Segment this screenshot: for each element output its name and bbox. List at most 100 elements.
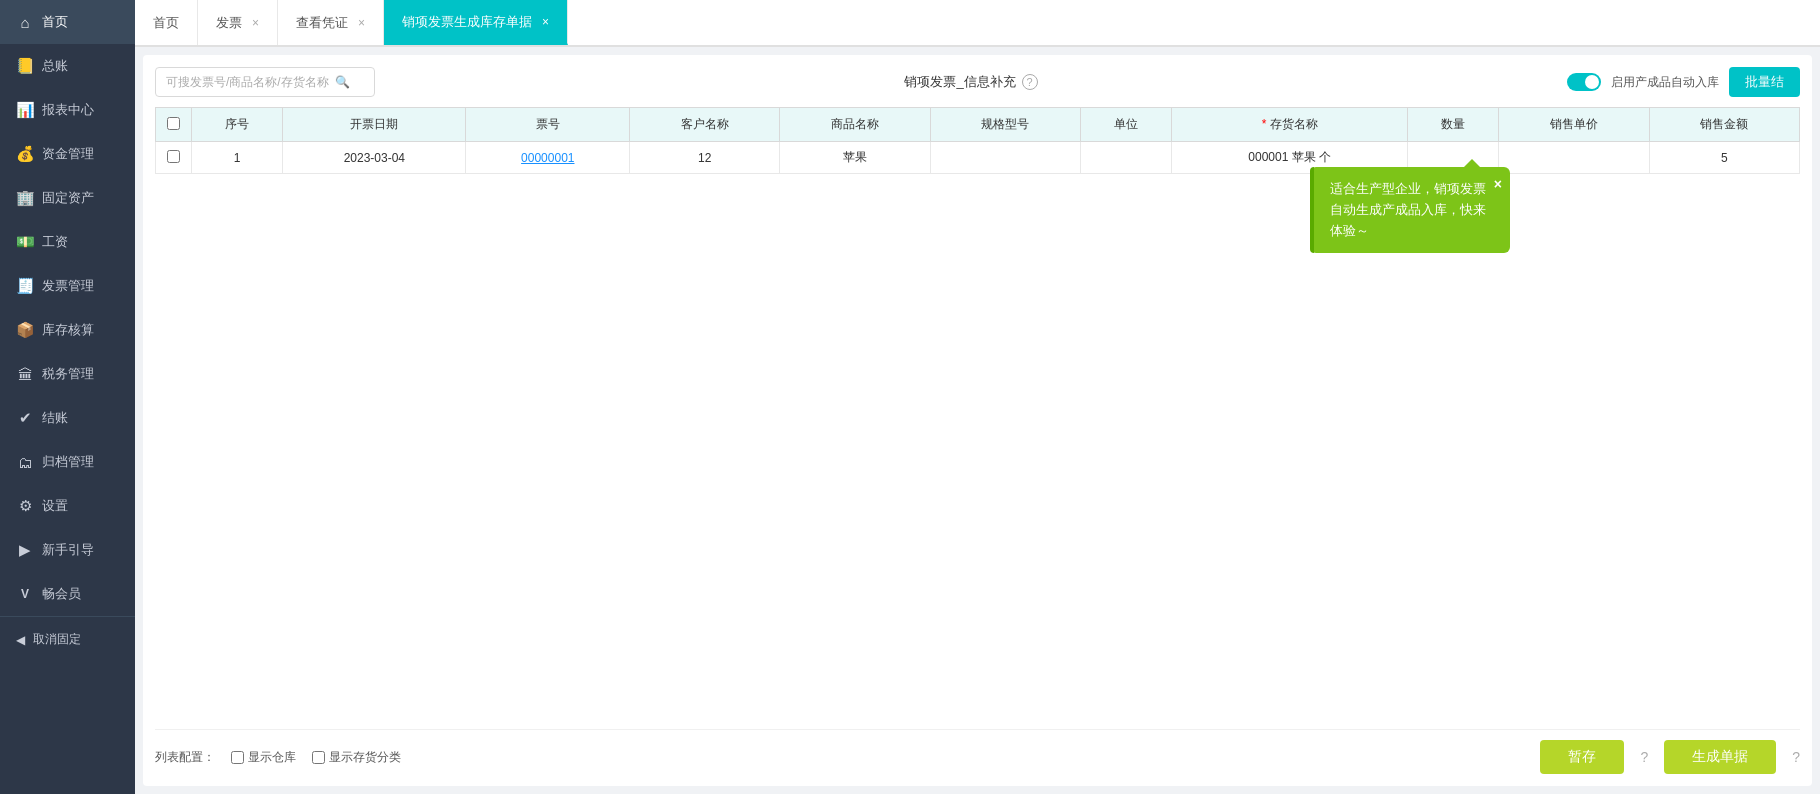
sidebar-item-archive[interactable]: 🗂 归档管理 (0, 440, 135, 484)
row-ticket-no[interactable]: 00000001 (466, 142, 630, 174)
row-unit-price (1499, 142, 1649, 174)
home-icon: ⌂ (16, 14, 34, 31)
checkout-icon: ✔ (16, 409, 34, 427)
sidebar-label-inventory: 库存核算 (42, 321, 94, 339)
tab-bar: 首页 发票 × 查看凭证 × 销项发票生成库存单据 × (135, 0, 1820, 47)
batch-button[interactable]: 批量结 (1729, 67, 1800, 97)
sidebar-label-archive: 归档管理 (42, 453, 94, 471)
table-wrapper: × 适合生产型企业，销项发票自动生成产成品入库，快来体验～ 序号 开票日期 票号… (155, 107, 1800, 721)
bottom-right: 暂存 ? 生成单据 ? (1540, 740, 1800, 774)
sidebar-item-salary[interactable]: 💵 工资 (0, 220, 135, 264)
col-header-unit: 单位 (1081, 108, 1172, 142)
show-category-checkbox[interactable] (312, 751, 325, 764)
tab-home-label: 首页 (153, 14, 179, 32)
table-row: 1 2023-03-04 00000001 12 苹果 000001 苹果 个 … (156, 142, 1800, 174)
tab-voucher-close[interactable]: × (358, 16, 365, 30)
generate-help-icon[interactable]: ? (1792, 749, 1800, 765)
sidebar-item-reports[interactable]: 📊 报表中心 (0, 88, 135, 132)
sidebar-item-guide[interactable]: ▶ 新手引导 (0, 528, 135, 572)
sidebar-item-ledger[interactable]: 📒 总账 (0, 44, 135, 88)
col-header-seq: 序号 (192, 108, 283, 142)
row-unit (1081, 142, 1172, 174)
sidebar-label-home: 首页 (42, 13, 68, 31)
reports-icon: 📊 (16, 101, 34, 119)
search-icon[interactable]: 🔍 (335, 75, 350, 89)
row-checkbox[interactable] (167, 150, 180, 163)
row-amount: 5 (1649, 142, 1799, 174)
sidebar-item-home[interactable]: ⌂ 首页 (0, 0, 135, 44)
col-header-checkbox (156, 108, 192, 142)
sidebar-label-tax: 税务管理 (42, 365, 94, 383)
sidebar-label-checkout: 结账 (42, 409, 68, 427)
show-warehouse-checkbox[interactable] (231, 751, 244, 764)
bottom-bar: 列表配置： 显示仓库 显示存货分类 暂存 ? 生成单据 ? (155, 729, 1800, 774)
content-area: 可搜发票号/商品名称/存货名称 🔍 销项发票_信息补充 ? 启用产成品自动入库 … (143, 55, 1812, 786)
col-header-qty: 数量 (1408, 108, 1499, 142)
show-warehouse-label[interactable]: 显示仓库 (231, 749, 296, 766)
inventory-icon: 📦 (16, 321, 34, 339)
ledger-icon: 📒 (16, 57, 34, 75)
show-category-label[interactable]: 显示存货分类 (312, 749, 401, 766)
toolbar-left: 可搜发票号/商品名称/存货名称 🔍 (155, 67, 375, 97)
row-seq: 1 (192, 142, 283, 174)
select-all-checkbox[interactable] (167, 117, 180, 130)
sidebar-item-checkout[interactable]: ✔ 结账 (0, 396, 135, 440)
settings-icon: ⚙ (16, 497, 34, 515)
tab-invoice[interactable]: 发票 × (198, 0, 278, 45)
unpin-label: 取消固定 (33, 631, 81, 648)
sidebar-item-tax[interactable]: 🏛 税务管理 (0, 352, 135, 396)
sidebar-label-reports: 报表中心 (42, 101, 94, 119)
sidebar-label-salary: 工资 (42, 233, 68, 251)
tooltip-left-bar (1310, 167, 1314, 253)
tab-stock-doc-label: 销项发票生成库存单据 (402, 13, 532, 31)
sidebar-item-funds[interactable]: 💰 资金管理 (0, 132, 135, 176)
list-config-label: 列表配置： (155, 749, 215, 766)
pin-icon: ◀ (16, 633, 25, 647)
sidebar-item-member[interactable]: V 畅会员 (0, 572, 135, 616)
info-label: 销项发票_信息补充 (904, 73, 1015, 91)
info-help-icon[interactable]: ? (1022, 74, 1038, 90)
sidebar-label-ledger: 总账 (42, 57, 68, 75)
tab-home[interactable]: 首页 (135, 0, 198, 45)
tab-invoice-label: 发票 (216, 14, 242, 32)
archive-icon: 🗂 (16, 454, 34, 471)
row-customer: 12 (630, 142, 780, 174)
tooltip-text: 适合生产型企业，销项发票自动生成产成品入库，快来体验～ (1324, 179, 1496, 241)
salary-icon: 💵 (16, 233, 34, 251)
row-product: 苹果 (780, 142, 930, 174)
member-icon: V (16, 587, 34, 601)
tooltip-close-button[interactable]: × (1494, 173, 1502, 195)
generate-button[interactable]: 生成单据 (1664, 740, 1776, 774)
tab-stock-doc[interactable]: 销项发票生成库存单据 × (384, 0, 568, 45)
tab-voucher[interactable]: 查看凭证 × (278, 0, 384, 45)
toolbar: 可搜发票号/商品名称/存货名称 🔍 销项发票_信息补充 ? 启用产成品自动入库 … (155, 67, 1800, 97)
search-box[interactable]: 可搜发票号/商品名称/存货名称 🔍 (155, 67, 375, 97)
col-header-unit-price: 销售单价 (1499, 108, 1649, 142)
tab-voucher-label: 查看凭证 (296, 14, 348, 32)
tooltip-popup: × 适合生产型企业，销项发票自动生成产成品入库，快来体验～ (1310, 167, 1510, 253)
col-header-ticket-no: 票号 (466, 108, 630, 142)
save-button[interactable]: 暂存 (1540, 740, 1624, 774)
sidebar-label-fixed-assets: 固定资产 (42, 189, 94, 207)
toolbar-center: 销项发票_信息补充 ? (904, 73, 1037, 91)
data-table: 序号 开票日期 票号 客户名称 商品名称 规格型号 单位 存货名称 数量 销售单… (155, 107, 1800, 174)
save-help-icon[interactable]: ? (1640, 749, 1648, 765)
main-area: 首页 发票 × 查看凭证 × 销项发票生成库存单据 × 可搜发票号/商品名称/存… (135, 0, 1820, 794)
sidebar-item-inventory[interactable]: 📦 库存核算 (0, 308, 135, 352)
tab-invoice-close[interactable]: × (252, 16, 259, 30)
sidebar-item-invoice-mgmt[interactable]: 🧾 发票管理 (0, 264, 135, 308)
search-placeholder: 可搜发票号/商品名称/存货名称 (166, 74, 329, 91)
tab-stock-doc-close[interactable]: × (542, 15, 549, 29)
col-header-customer: 客户名称 (630, 108, 780, 142)
auto-warehouse-toggle[interactable] (1567, 73, 1601, 91)
tax-icon: 🏛 (16, 366, 34, 383)
sidebar-item-settings[interactable]: ⚙ 设置 (0, 484, 135, 528)
col-header-amount: 销售金额 (1649, 108, 1799, 142)
row-checkbox-cell (156, 142, 192, 174)
col-header-date: 开票日期 (283, 108, 466, 142)
sidebar-item-fixed-assets[interactable]: 🏢 固定资产 (0, 176, 135, 220)
col-header-product: 商品名称 (780, 108, 930, 142)
row-spec (930, 142, 1080, 174)
unpin-button[interactable]: ◀ 取消固定 (0, 623, 135, 656)
funds-icon: 💰 (16, 145, 34, 163)
